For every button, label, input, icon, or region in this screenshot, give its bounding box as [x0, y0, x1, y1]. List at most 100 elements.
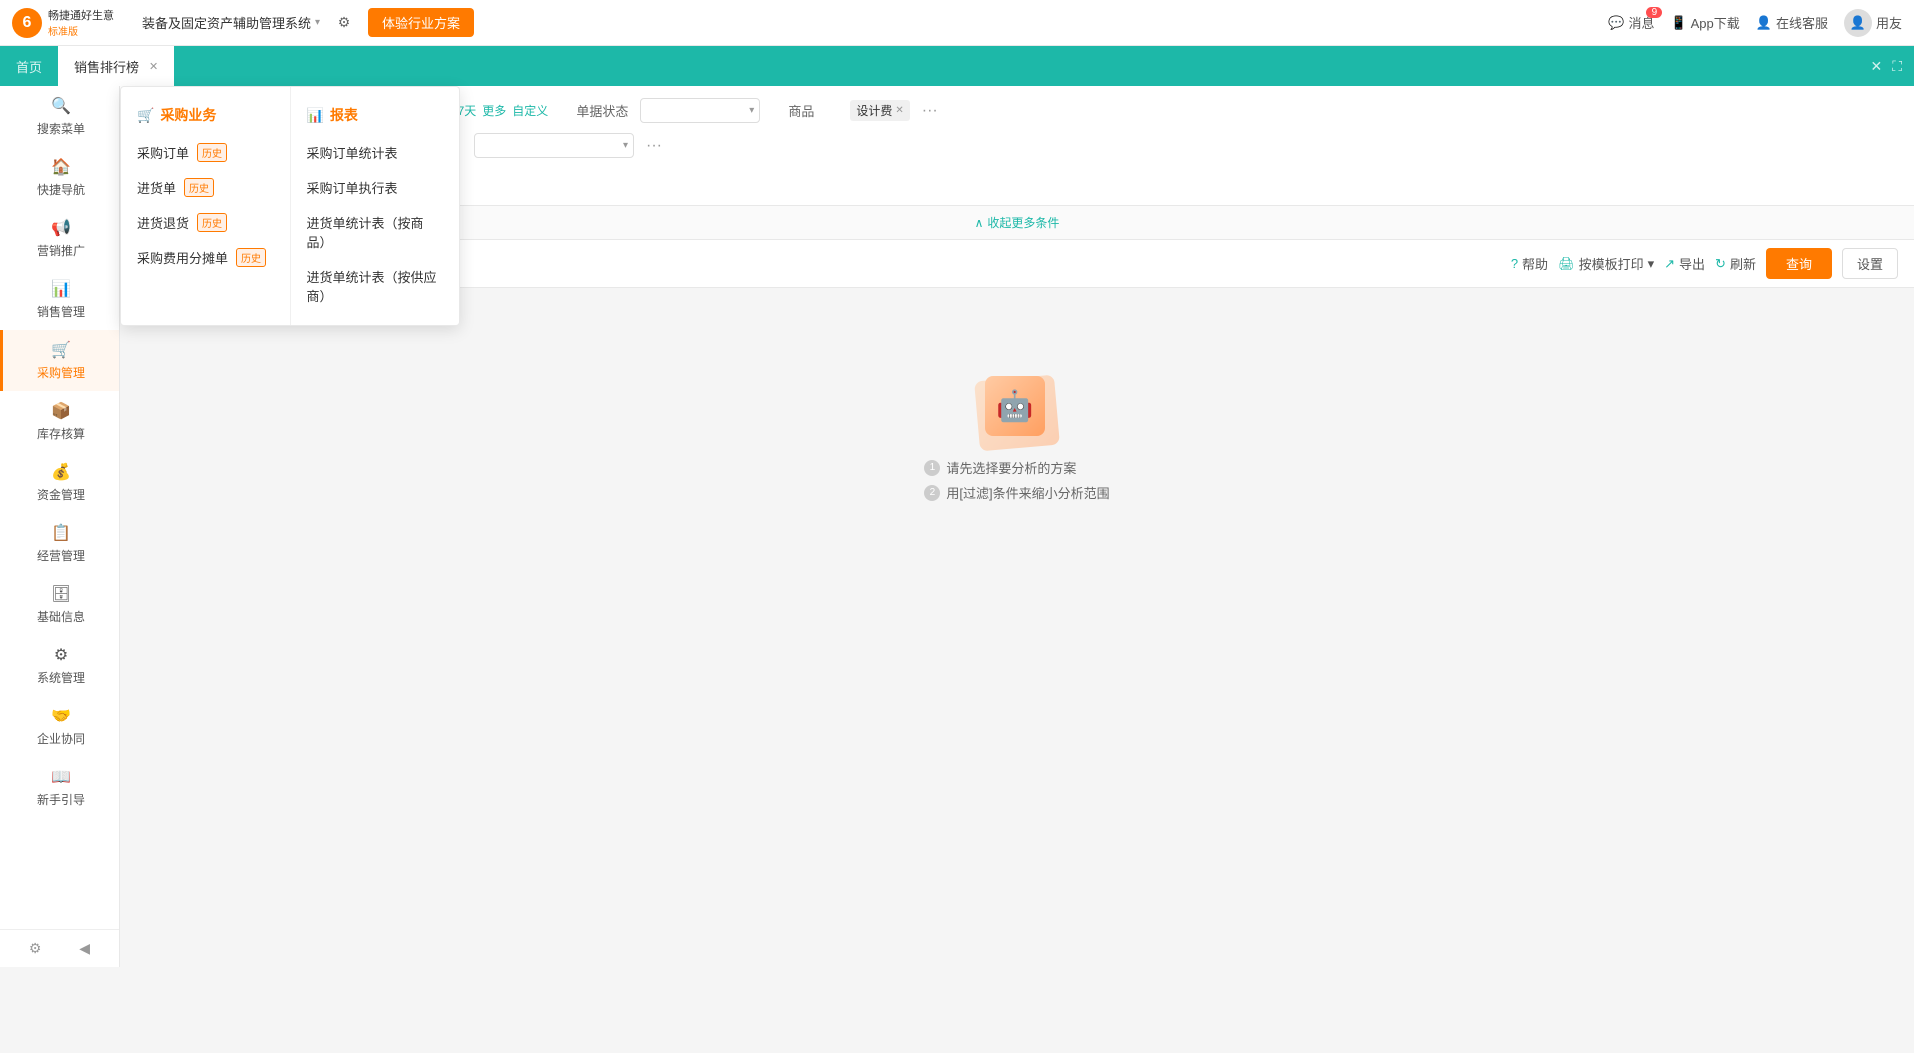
collapse-up-icon: ∧ [975, 216, 984, 230]
salesman-more-btn[interactable]: ··· [646, 137, 662, 155]
dropdown-item-receipt-goods[interactable]: 进货单统计表（按商品） [291, 205, 460, 259]
history-badge-2: 历史 [197, 213, 227, 232]
tab-close-all-icon[interactable]: ✕ [1866, 54, 1886, 79]
shortcut-custom[interactable]: 自定义 [512, 102, 548, 119]
phone-icon: 📱 [1670, 15, 1686, 31]
tab-maximize-icon[interactable]: ⛶ [1888, 54, 1906, 79]
settings-icon-btn[interactable]: ⚙ [330, 9, 358, 37]
purchase-header-icon: 🛒 [137, 107, 154, 124]
voucher-status-select-wrap: ▾ [640, 98, 760, 123]
sidebar-item-coop[interactable]: 🤝 企业协同 [0, 696, 119, 757]
system-title-arrow[interactable]: ▾ [315, 17, 320, 28]
purchase-icon: 🛒 [51, 340, 71, 360]
print-icon: 🖨 [1558, 256, 1575, 272]
dropdown-item-purchase-return[interactable]: 进货退货 历史 [121, 205, 290, 240]
user-btn[interactable]: 👤 用友 [1844, 9, 1902, 37]
marketing-icon: 📢 [51, 218, 71, 238]
sidebar-item-purchase[interactable]: 🛒 采购管理 [0, 330, 119, 391]
dropdown-item-order-stat[interactable]: 采购订单统计表 [291, 135, 460, 170]
home-icon: 🏠 [51, 157, 71, 177]
history-badge-0: 历史 [197, 143, 227, 162]
refresh-btn[interactable]: ↻ 刷新 [1715, 254, 1756, 273]
avatar: 👤 [1844, 9, 1872, 37]
hint-num-2: 2 [924, 485, 940, 501]
goods-tag: 设计费 ✕ [850, 100, 909, 121]
sidebar-item-marketing[interactable]: 📢 营销推广 [0, 208, 119, 269]
salesman-select-wrap: ▾ [474, 133, 634, 158]
sidebar-item-inventory[interactable]: 📦 库存核算 [0, 391, 119, 452]
date-shortcuts: 近7天 更多 自定义 [446, 102, 549, 119]
system-title: 装备及固定资产辅助管理系统 ▾ [142, 13, 320, 32]
sidebar-item-system[interactable]: ⚙ 系统管理 [0, 635, 119, 696]
history-badge-3: 历史 [236, 248, 266, 267]
dropdown-item-purchase-receipt[interactable]: 进货单 历史 [121, 170, 290, 205]
query-button[interactable]: 查询 [1766, 248, 1832, 279]
tab-home[interactable]: 首页 [0, 46, 58, 86]
message-icon: 💬 [1608, 15, 1624, 31]
report-header-icon: 📊 [307, 107, 324, 124]
empty-icon-wrap: 🤖 [967, 368, 1067, 448]
voucher-status-select[interactable] [640, 98, 760, 123]
sidebar-item-guide[interactable]: 📖 新手引导 [0, 757, 119, 818]
toolbar-right: ? 帮助 🖨 按模板打印 ▾ ↗ 导出 ↻ 刷新 查询 设置 [1511, 248, 1898, 279]
salesman-select[interactable] [474, 133, 634, 158]
export-btn[interactable]: ↗ 导出 [1664, 254, 1705, 273]
help-icon: ? [1511, 256, 1518, 271]
sales-icon: 📊 [51, 279, 71, 299]
set-button[interactable]: 设置 [1842, 248, 1898, 279]
online-service-btn[interactable]: 👤 在线客服 [1756, 13, 1828, 32]
goods-label: 商品 [788, 101, 838, 120]
dropdown-col-report: 📊 报表 采购订单统计表 采购订单执行表 进货单统计表（按商品） 进货单统计表（… [291, 87, 460, 325]
service-icon: 👤 [1756, 15, 1772, 31]
basic-icon: 🗄 [51, 584, 71, 604]
empty-state: 🤖 1 请先选择要分析的方案 2 用[过滤]条件来缩小分析范围 [120, 288, 1914, 582]
dropdown-item-order-exec[interactable]: 采购订单执行表 [291, 170, 460, 205]
goods-more-btn[interactable]: ··· [922, 102, 938, 120]
print-arrow: ▾ [1648, 256, 1655, 272]
messages-btn[interactable]: 💬 消息 9 [1608, 13, 1654, 32]
empty-hint-2: 2 用[过滤]条件来缩小分析范围 [924, 483, 1109, 502]
dropdown-item-purchase-cost[interactable]: 采购费用分摊单 历史 [121, 240, 290, 275]
industry-btn[interactable]: 体验行业方案 [368, 8, 474, 37]
sidebar-bottom: ⚙ ◀ [0, 929, 119, 967]
finance-icon: 💰 [51, 462, 71, 482]
tab-bar: 首页 销售排行榜 ✕ ✕ ⛶ [0, 46, 1914, 86]
coop-icon: 🤝 [51, 706, 71, 726]
tab-bar-controls: ✕ ⛶ [1866, 54, 1914, 79]
sidebar-item-operation[interactable]: 📋 经营管理 [0, 513, 119, 574]
inventory-icon: 📦 [51, 401, 71, 421]
logo-icon: 6 [12, 8, 42, 38]
tab-sales-ranking[interactable]: 销售排行榜 ✕ [58, 46, 174, 86]
empty-hint-1: 1 请先选择要分析的方案 [924, 458, 1109, 477]
dropdown-item-receipt-supplier[interactable]: 进货单统计表（按供应商） [291, 259, 460, 313]
dropdown-col-purchase: 🛒 采购业务 采购订单 历史 进货单 历史 进货退货 历史 采购费用分摊单 历史 [121, 87, 291, 325]
guide-icon: 📖 [51, 767, 71, 787]
goods-tag-remove[interactable]: ✕ [895, 105, 903, 116]
dropdown-header-purchase: 🛒 采购业务 [121, 99, 290, 135]
dropdown-item-purchase-order[interactable]: 采购订单 历史 [121, 135, 290, 170]
app-download-btn[interactable]: 📱 App下载 [1670, 13, 1739, 32]
shortcut-more[interactable]: 更多 [482, 102, 506, 119]
operation-icon: 📋 [51, 523, 71, 543]
history-badge-1: 历史 [184, 178, 214, 197]
voucher-status-label: 单据状态 [576, 101, 628, 120]
print-btn[interactable]: 🖨 按模板打印 ▾ [1558, 254, 1654, 273]
sidebar-collapse-btn[interactable]: ◀ [79, 940, 90, 957]
sidebar-item-sales[interactable]: 📊 销售管理 [0, 269, 119, 330]
top-bar: 6 畅捷通好生意 标准版 装备及固定资产辅助管理系统 ▾ ⚙ 体验行业方案 💬 … [0, 0, 1914, 46]
export-icon: ↗ [1664, 256, 1675, 272]
sidebar-item-quick[interactable]: 🏠 快捷导航 [0, 147, 119, 208]
search-icon: 🔍 [51, 96, 71, 116]
empty-robot-icon: 🤖 [985, 376, 1045, 436]
sidebar-item-basic[interactable]: 🗄 基础信息 [0, 574, 119, 635]
tab-close-icon[interactable]: ✕ [149, 60, 158, 73]
top-right: 💬 消息 9 📱 App下载 👤 在线客服 👤 用友 [1608, 9, 1902, 37]
sidebar-item-finance[interactable]: 💰 资金管理 [0, 452, 119, 513]
help-btn[interactable]: ? 帮助 [1511, 254, 1548, 273]
logo-area: 6 畅捷通好生意 标准版 [12, 7, 132, 38]
dropdown-menu: 🛒 采购业务 采购订单 历史 进货单 历史 进货退货 历史 采购费用分摊单 历史… [120, 86, 460, 326]
dropdown-header-report: 📊 报表 [291, 99, 460, 135]
system-icon: ⚙ [54, 645, 68, 665]
sidebar-settings-btn[interactable]: ⚙ [29, 940, 42, 957]
sidebar-item-search[interactable]: 🔍 搜索菜单 [0, 86, 119, 147]
